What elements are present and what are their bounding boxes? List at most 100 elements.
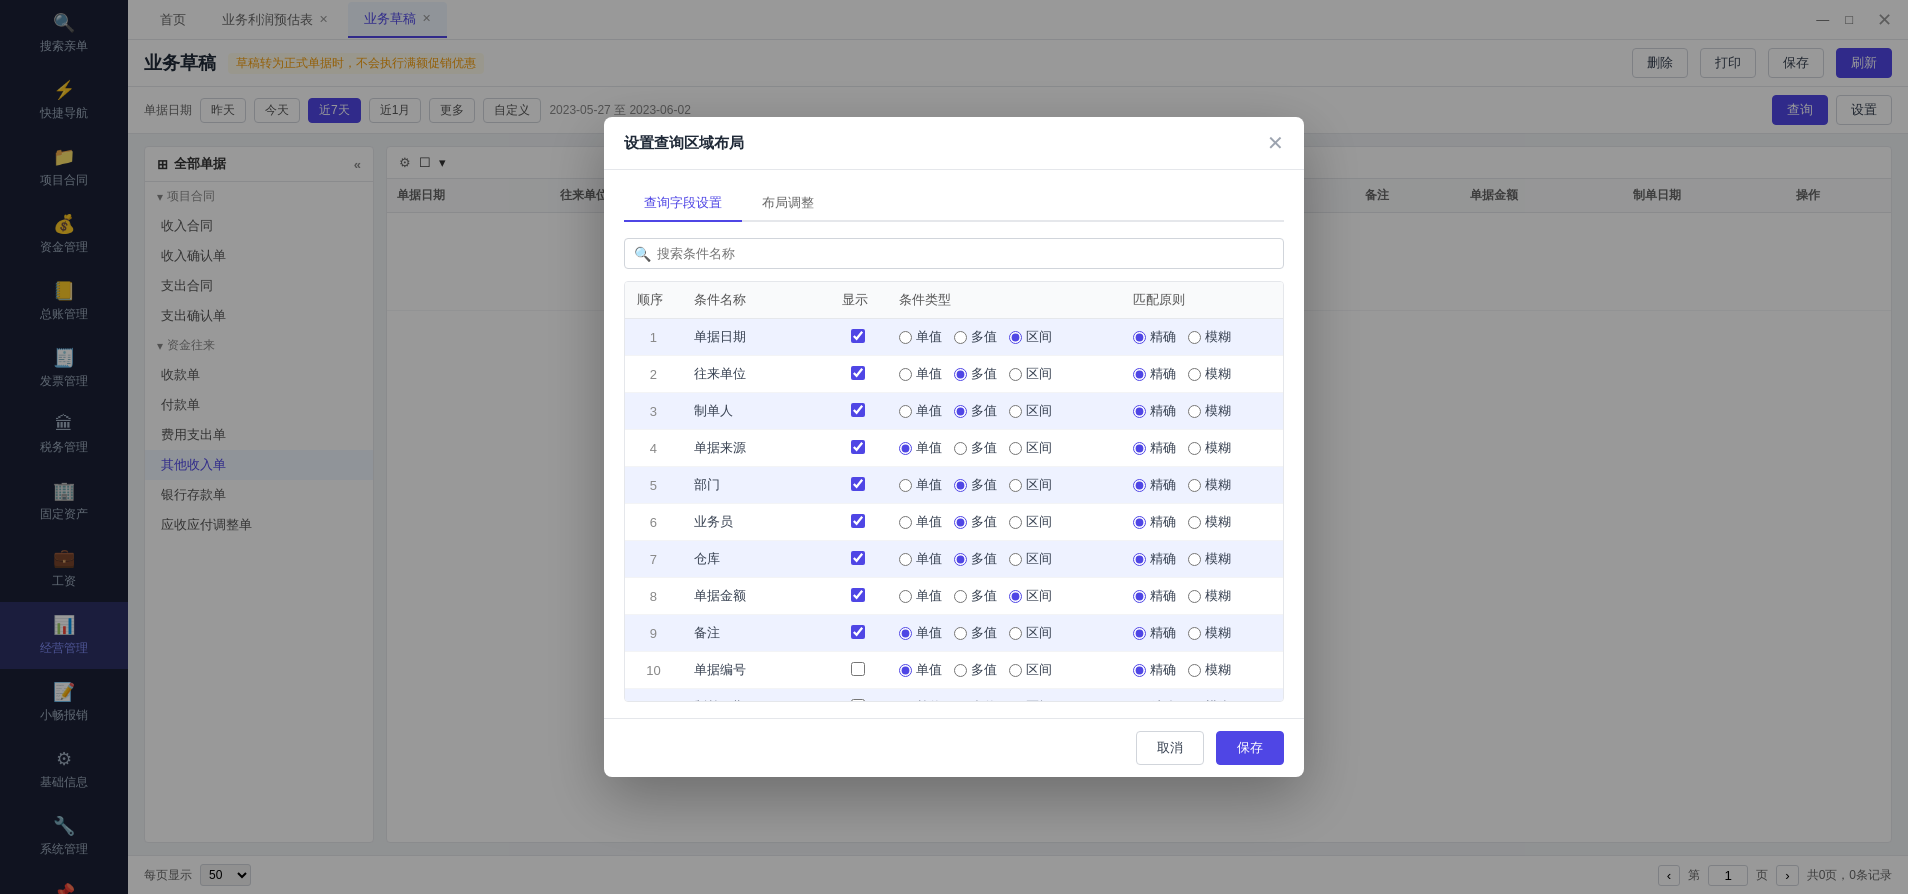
row-order: 7 [625,541,682,578]
row-cond-radio-区间[interactable] [1009,331,1022,344]
row-match-radio-模糊[interactable] [1188,479,1201,492]
row-cond-radio-多值[interactable] [954,516,967,529]
row-match-radio-精确[interactable] [1133,516,1146,529]
row-condition-type: 单值多值区间 [887,504,1121,541]
modal-body: 查询字段设置 布局调整 🔍 顺序 条件名称 显示 [604,170,1304,718]
row-match-radio-精确[interactable] [1133,479,1146,492]
modal-table-row: 1单据日期单值多值区间精确模糊 [625,319,1283,356]
row-display-checkbox[interactable] [851,477,865,491]
row-match-radio-模糊[interactable] [1188,627,1201,640]
row-cond-radio-区间[interactable] [1009,553,1022,566]
row-match-type: 精确模糊 [1121,689,1283,703]
row-match-radio-模糊[interactable] [1188,405,1201,418]
row-cond-radio-单值[interactable] [899,516,912,529]
row-display-checkbox[interactable] [851,366,865,380]
row-cond-radio-区间[interactable] [1009,368,1022,381]
modal-table-row: 5部门单值多值区间精确模糊 [625,467,1283,504]
row-cond-radio-多值[interactable] [954,479,967,492]
row-cond-radio-区间[interactable] [1009,701,1022,703]
row-cond-radio-单值[interactable] [899,479,912,492]
row-match-radio-模糊[interactable] [1188,553,1201,566]
row-match-radio-模糊[interactable] [1188,590,1201,603]
row-condition-name: 仓库 [682,541,830,578]
cancel-button[interactable]: 取消 [1136,731,1204,765]
row-cond-radio-单值[interactable] [899,331,912,344]
row-match-radio-精确[interactable] [1133,664,1146,677]
row-cond-radio-多值[interactable] [954,405,967,418]
row-display-checkbox[interactable] [851,403,865,417]
row-condition-type: 单值多值区间 [887,689,1121,703]
row-cond-radio-单值[interactable] [899,701,912,703]
row-match-type: 精确模糊 [1121,393,1283,430]
row-match-radio-模糊[interactable] [1188,331,1201,344]
row-match-radio-模糊[interactable] [1188,664,1201,677]
modal-table-row: 8单据金额单值多值区间精确模糊 [625,578,1283,615]
modal-search-input[interactable] [624,238,1284,269]
row-cond-radio-区间[interactable] [1009,516,1022,529]
row-cond-radio-多值[interactable] [954,442,967,455]
modal-tab-layout[interactable]: 布局调整 [742,186,834,222]
row-cond-radio-区间[interactable] [1009,627,1022,640]
row-cond-radio-单值[interactable] [899,627,912,640]
row-match-type: 精确模糊 [1121,504,1283,541]
row-match-type: 精确模糊 [1121,430,1283,467]
row-match-radio-精确[interactable] [1133,442,1146,455]
row-cond-radio-多值[interactable] [954,331,967,344]
modal-table-row: 10单据编号单值多值区间精确模糊 [625,652,1283,689]
row-match-radio-模糊[interactable] [1188,516,1201,529]
row-cond-radio-区间[interactable] [1009,590,1022,603]
row-cond-radio-多值[interactable] [954,627,967,640]
row-condition-type: 单值多值区间 [887,578,1121,615]
row-match-type: 精确模糊 [1121,615,1283,652]
row-match-radio-精确[interactable] [1133,331,1146,344]
row-order: 10 [625,652,682,689]
row-condition-name: 业务员 [682,504,830,541]
row-display-checkbox[interactable] [851,662,865,676]
row-cond-radio-单值[interactable] [899,590,912,603]
row-match-radio-模糊[interactable] [1188,701,1201,703]
row-match-radio-模糊[interactable] [1188,442,1201,455]
row-match-radio-精确[interactable] [1133,405,1146,418]
modal-table-row: 4单据来源单值多值区间精确模糊 [625,430,1283,467]
modal-table-row: 11制单日期单值多值区间精确模糊 [625,689,1283,703]
row-cond-radio-单值[interactable] [899,442,912,455]
row-display-checkbox[interactable] [851,588,865,602]
modal-tab-query[interactable]: 查询字段设置 [624,186,742,222]
row-condition-type: 单值多值区间 [887,356,1121,393]
row-display-checkbox[interactable] [851,514,865,528]
row-cond-radio-区间[interactable] [1009,442,1022,455]
row-display-checkbox[interactable] [851,699,865,703]
row-cond-radio-单值[interactable] [899,664,912,677]
row-cond-radio-多值[interactable] [954,590,967,603]
modal-table-row: 3制单人单值多值区间精确模糊 [625,393,1283,430]
row-cond-radio-区间[interactable] [1009,664,1022,677]
modal-save-button[interactable]: 保存 [1216,731,1284,765]
row-cond-radio-多值[interactable] [954,701,967,703]
row-cond-radio-多值[interactable] [954,553,967,566]
modal-table-row: 6业务员单值多值区间精确模糊 [625,504,1283,541]
row-cond-radio-单值[interactable] [899,405,912,418]
row-cond-radio-区间[interactable] [1009,405,1022,418]
row-condition-name: 部门 [682,467,830,504]
row-cond-radio-多值[interactable] [954,664,967,677]
row-display-checkbox[interactable] [851,440,865,454]
row-match-type: 精确模糊 [1121,356,1283,393]
row-condition-type: 单值多值区间 [887,615,1121,652]
row-match-radio-精确[interactable] [1133,701,1146,703]
row-display-checkbox[interactable] [851,329,865,343]
row-display-checkbox[interactable] [851,551,865,565]
row-display-checkbox[interactable] [851,625,865,639]
row-order: 1 [625,319,682,356]
row-cond-radio-单值[interactable] [899,553,912,566]
row-cond-radio-区间[interactable] [1009,479,1022,492]
row-cond-radio-单值[interactable] [899,368,912,381]
row-match-radio-精确[interactable] [1133,553,1146,566]
row-match-radio-精确[interactable] [1133,627,1146,640]
col-cond-name: 条件名称 [682,282,830,319]
modal-close-button[interactable]: ✕ [1267,133,1284,153]
modal-tabs: 查询字段设置 布局调整 [624,186,1284,222]
row-match-radio-精确[interactable] [1133,368,1146,381]
row-match-radio-精确[interactable] [1133,590,1146,603]
row-cond-radio-多值[interactable] [954,368,967,381]
row-match-radio-模糊[interactable] [1188,368,1201,381]
